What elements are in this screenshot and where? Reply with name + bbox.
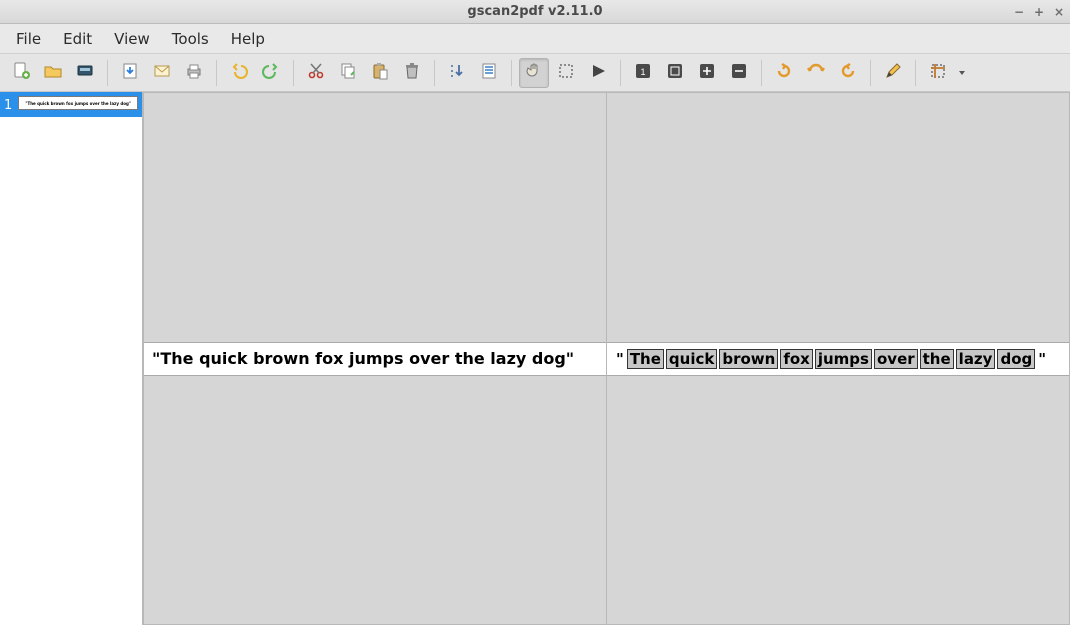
save-button[interactable] <box>115 58 145 88</box>
thumbnail-1[interactable]: 1 "The quick brown fox jumps over the laz… <box>0 92 142 117</box>
copy-icon <box>338 61 358 85</box>
zoom-100-icon: 1 <box>633 61 653 85</box>
print-icon <box>184 61 204 85</box>
toolbar-separator <box>870 60 871 86</box>
selection-icon <box>556 61 576 85</box>
menu-help[interactable]: Help <box>221 26 275 52</box>
edit-image-button[interactable] <box>878 58 908 88</box>
rotate-left-icon <box>838 61 858 85</box>
ocr-strip: "Thequickbrownfoxjumpsoverthelazydog" <box>607 342 1069 376</box>
zoom-in-button[interactable] <box>692 58 722 88</box>
delete-button[interactable] <box>397 58 427 88</box>
print-button[interactable] <box>179 58 209 88</box>
email-button[interactable] <box>147 58 177 88</box>
undo-button[interactable] <box>224 58 254 88</box>
save-icon <box>120 61 140 85</box>
cut-icon <box>306 61 326 85</box>
menu-file[interactable]: File <box>6 26 51 52</box>
ocr-words: "Thequickbrownfoxjumpsoverthelazydog" <box>615 349 1047 369</box>
toolbar-separator <box>761 60 762 86</box>
zoom-100-button[interactable]: 1 <box>628 58 658 88</box>
zoom-out-icon <box>729 61 749 85</box>
toolbar-separator <box>216 60 217 86</box>
ocr-quote-close: " <box>1037 350 1047 368</box>
image-pane[interactable]: "The quick brown fox jumps over the lazy… <box>143 92 607 625</box>
toolbar-overflow-icon[interactable] <box>955 58 969 88</box>
cut-button[interactable] <box>301 58 331 88</box>
scan-icon <box>75 61 95 85</box>
paste-icon <box>370 61 390 85</box>
paste-button[interactable] <box>365 58 395 88</box>
rotate-180-icon <box>806 61 826 85</box>
email-icon <box>152 61 172 85</box>
thumbnail-panel[interactable]: 1 "The quick brown fox jumps over the laz… <box>0 92 143 625</box>
open-icon <box>43 61 63 85</box>
ocr-quote-open: " <box>615 350 625 368</box>
open-button[interactable] <box>38 58 68 88</box>
copy-button[interactable] <box>333 58 363 88</box>
toolbar: 1 <box>0 54 1070 92</box>
process-button[interactable] <box>583 58 613 88</box>
maximize-icon[interactable]: + <box>1032 5 1046 19</box>
ocr-word-2[interactable]: brown <box>719 349 778 369</box>
thumb-preview: "The quick brown fox jumps over the lazy… <box>18 96 138 110</box>
select-all-button[interactable] <box>474 58 504 88</box>
delete-icon <box>402 61 422 85</box>
crop-button[interactable] <box>923 58 953 88</box>
toolbar-separator <box>915 60 916 86</box>
window-title: gscan2pdf v2.11.0 <box>467 4 602 19</box>
zoom-fit-button[interactable] <box>660 58 690 88</box>
edit-image-icon <box>883 61 903 85</box>
redo-icon <box>261 61 281 85</box>
toolbar-separator <box>107 60 108 86</box>
pan-button[interactable] <box>519 58 549 88</box>
toolbar-separator <box>293 60 294 86</box>
toolbar-separator <box>620 60 621 86</box>
ocr-word-0[interactable]: The <box>627 349 664 369</box>
selection-button[interactable] <box>551 58 581 88</box>
redo-button[interactable] <box>256 58 286 88</box>
menu-edit[interactable]: Edit <box>53 26 102 52</box>
ocr-word-5[interactable]: over <box>874 349 918 369</box>
titlebar: gscan2pdf v2.11.0 − + × <box>0 0 1070 24</box>
zoom-in-icon <box>697 61 717 85</box>
scan-button[interactable] <box>70 58 100 88</box>
new-button[interactable] <box>6 58 36 88</box>
ocr-word-1[interactable]: quick <box>666 349 717 369</box>
renumber-button[interactable] <box>442 58 472 88</box>
svg-text:1: 1 <box>640 67 645 77</box>
select-all-icon <box>479 61 499 85</box>
toolbar-separator <box>511 60 512 86</box>
workspace: 1"The quick brown fox jumps over the laz… <box>0 92 1070 625</box>
image-text: "The quick brown fox jumps over the lazy… <box>152 349 574 368</box>
close-icon[interactable]: × <box>1052 5 1066 19</box>
menu-view[interactable]: View <box>104 26 160 52</box>
ocr-word-3[interactable]: fox <box>780 349 813 369</box>
ocr-word-6[interactable]: the <box>920 349 954 369</box>
zoom-out-button[interactable] <box>724 58 754 88</box>
view-panes: "The quick brown fox jumps over the lazy… <box>143 92 1070 625</box>
thumb-number: 1 <box>4 96 12 113</box>
rotate-180-button[interactable] <box>801 58 831 88</box>
new-icon <box>11 61 31 85</box>
ocr-word-4[interactable]: jumps <box>815 349 872 369</box>
process-icon <box>588 61 608 85</box>
menubar: File Edit View Tools Help <box>0 24 1070 54</box>
zoom-fit-icon <box>665 61 685 85</box>
minimize-icon[interactable]: − <box>1012 5 1026 19</box>
menu-tools[interactable]: Tools <box>162 26 219 52</box>
toolbar-separator <box>434 60 435 86</box>
ocr-word-7[interactable]: lazy <box>956 349 996 369</box>
undo-icon <box>229 61 249 85</box>
rotate-right-button[interactable] <box>769 58 799 88</box>
renumber-icon <box>447 61 467 85</box>
ocr-pane[interactable]: "Thequickbrownfoxjumpsoverthelazydog" <box>607 92 1070 625</box>
ocr-word-8[interactable]: dog <box>997 349 1035 369</box>
image-strip: "The quick brown fox jumps over the lazy… <box>144 342 606 376</box>
pan-icon <box>524 61 544 85</box>
rotate-right-icon <box>774 61 794 85</box>
rotate-left-button[interactable] <box>833 58 863 88</box>
crop-icon <box>928 61 948 85</box>
